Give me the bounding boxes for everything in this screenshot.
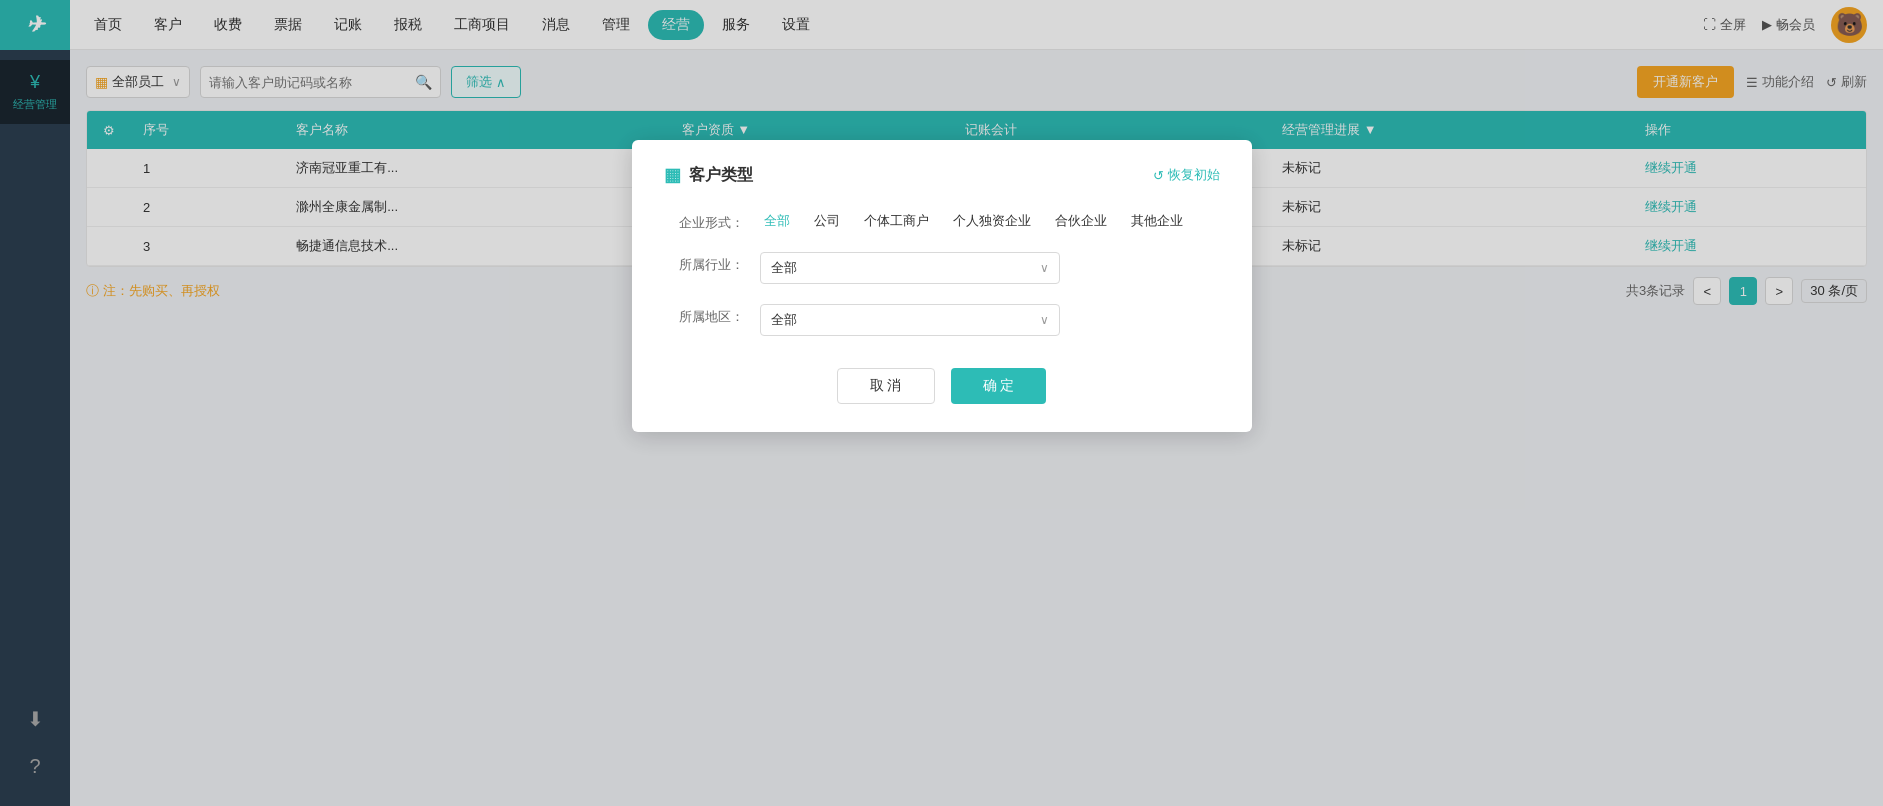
enterprise-form-label: 企业形式：: [664, 210, 744, 232]
modal-title: ▦ 客户类型: [664, 164, 753, 186]
cancel-button[interactable]: 取 消: [837, 368, 935, 404]
region-select-container: 全部 ∨: [760, 304, 1220, 336]
enterprise-type-个体工商户[interactable]: 个体工商户: [860, 210, 933, 232]
modal-body: 企业形式： 全部公司个体工商户个人独资企业合伙企业其他企业 所属行业： 全部 ∨…: [664, 210, 1220, 336]
reset-icon: ↺: [1153, 168, 1164, 183]
modal-title-text: 客户类型: [689, 165, 753, 186]
industry-select[interactable]: 全部 ∨: [760, 252, 1060, 284]
enterprise-type-公司[interactable]: 公司: [810, 210, 844, 232]
enterprise-type-合伙企业[interactable]: 合伙企业: [1051, 210, 1111, 232]
region-value: 全部: [771, 311, 797, 329]
region-select[interactable]: 全部 ∨: [760, 304, 1060, 336]
region-form-row: 所属地区： 全部 ∨: [664, 304, 1220, 336]
enterprise-type-个人独资企业[interactable]: 个人独资企业: [949, 210, 1035, 232]
modal-reset-label: 恢复初始: [1168, 166, 1220, 184]
industry-form-row: 所属行业： 全部 ∨: [664, 252, 1220, 284]
enterprise-type-其他企业[interactable]: 其他企业: [1127, 210, 1187, 232]
enterprise-types: 全部公司个体工商户个人独资企业合伙企业其他企业: [760, 210, 1220, 232]
confirm-button[interactable]: 确 定: [951, 368, 1047, 404]
industry-arrow-icon: ∨: [1040, 261, 1049, 275]
modal-reset-button[interactable]: ↺ 恢复初始: [1153, 166, 1220, 184]
modal-overlay: ▦ 客户类型 ↺ 恢复初始 企业形式： 全部公司个体工商户个人独资企业合伙企业其…: [0, 0, 1883, 806]
region-label: 所属地区：: [664, 304, 744, 326]
filter-modal: ▦ 客户类型 ↺ 恢复初始 企业形式： 全部公司个体工商户个人独资企业合伙企业其…: [632, 140, 1252, 432]
industry-select-container: 全部 ∨: [760, 252, 1220, 284]
industry-value: 全部: [771, 259, 797, 277]
enterprise-types-container: 全部公司个体工商户个人独资企业合伙企业其他企业: [760, 210, 1220, 232]
modal-footer: 取 消 确 定: [664, 368, 1220, 404]
region-arrow-icon: ∨: [1040, 313, 1049, 327]
modal-title-icon: ▦: [664, 164, 681, 186]
industry-label: 所属行业：: [664, 252, 744, 274]
enterprise-form-row: 企业形式： 全部公司个体工商户个人独资企业合伙企业其他企业: [664, 210, 1220, 232]
modal-header: ▦ 客户类型 ↺ 恢复初始: [664, 164, 1220, 186]
enterprise-type-全部[interactable]: 全部: [760, 210, 794, 232]
